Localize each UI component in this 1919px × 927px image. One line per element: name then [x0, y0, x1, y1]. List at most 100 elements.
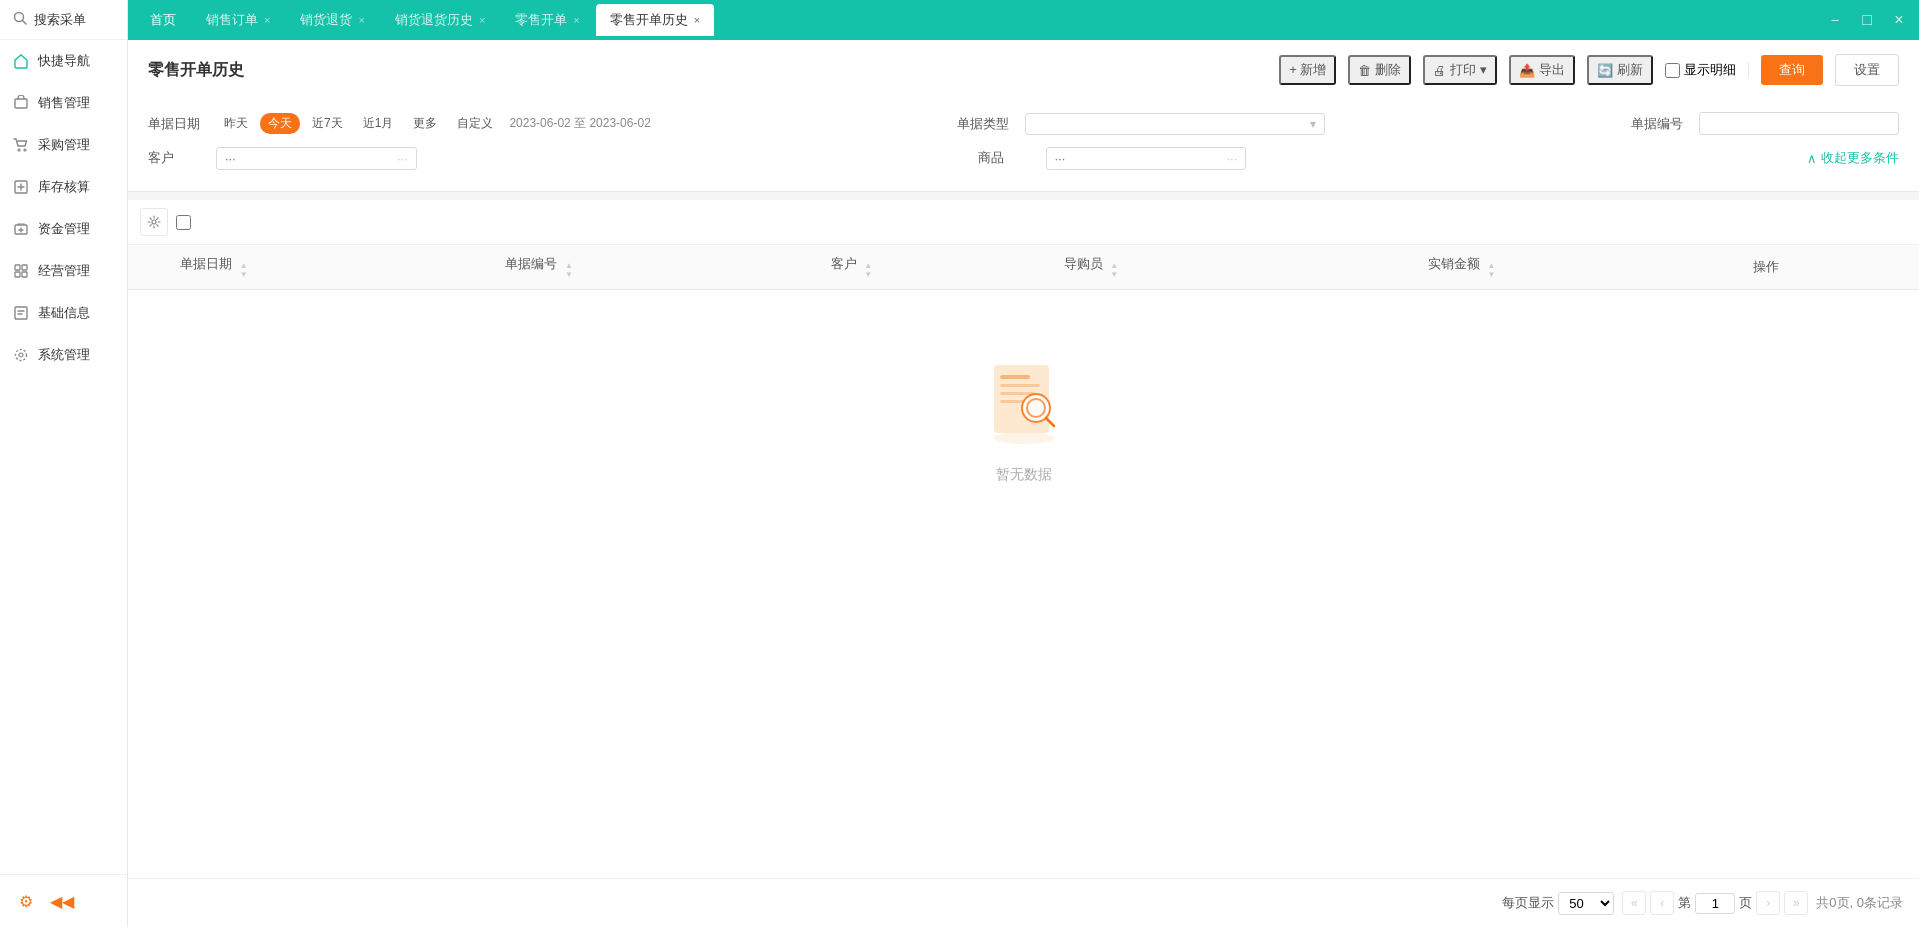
- svg-rect-18: [1000, 384, 1040, 387]
- query-btn[interactable]: 查询: [1761, 55, 1823, 85]
- sidebar-footer: ⚙ ◀◀: [0, 874, 127, 927]
- sort-date-icons: ▲ ▼: [240, 262, 248, 279]
- filter-area: 单据日期 昨天 今天 近7天 近1月 更多 自定义 2023-06-02 至 2…: [148, 100, 1899, 191]
- th-date[interactable]: 单据日期 ▲ ▼: [168, 245, 493, 290]
- th-amount[interactable]: 实销金额 ▲ ▼: [1416, 245, 1741, 290]
- operations-icon: [12, 262, 30, 280]
- sort-guide-icons: ▲ ▼: [1110, 262, 1118, 279]
- date-1month-btn[interactable]: 近1月: [355, 113, 402, 134]
- tab-sales-return-history-label: 销货退货历史: [395, 11, 473, 29]
- minimize-btn[interactable]: －: [1823, 8, 1847, 32]
- settings-footer-btn[interactable]: ⚙: [12, 887, 40, 915]
- sidebar-item-operations[interactable]: 经营管理: [0, 250, 127, 292]
- display-detail-checkbox[interactable]: [1665, 63, 1680, 78]
- sales-icon: [12, 94, 30, 112]
- collapse-filter-btn[interactable]: ∧ 收起更多条件: [1807, 145, 1899, 171]
- sidebar: 搜索采单 快捷导航 销售管理: [0, 0, 128, 927]
- search-icon: [12, 10, 28, 29]
- add-btn[interactable]: + 新增: [1279, 55, 1336, 85]
- tab-sales-order[interactable]: 销售订单 ×: [192, 4, 284, 36]
- display-detail-toggle[interactable]: 显示明细: [1665, 61, 1736, 79]
- sidebar-nav: 快捷导航 销售管理 采购管理: [0, 40, 127, 874]
- toolbar: + 新增 🗑 删除 🖨 打印 ▾ 📤 导出 🔄: [1279, 54, 1899, 86]
- th-guide[interactable]: 导购员 ▲ ▼: [1052, 245, 1331, 290]
- display-detail-label: 显示明细: [1684, 61, 1736, 79]
- date-more-btn[interactable]: 更多: [405, 113, 445, 134]
- page-header: 零售开单历史 + 新增 🗑 删除 🖨 打印 ▾ 📤 导出: [128, 40, 1919, 192]
- customer-input[interactable]: [225, 151, 393, 166]
- goods-input-wrap: ···: [1046, 147, 1247, 170]
- tab-sales-order-label: 销售订单: [206, 11, 258, 29]
- delete-label: 删除: [1375, 61, 1401, 79]
- sidebar-search[interactable]: 搜索采单: [0, 0, 127, 40]
- collapse-sidebar-btn[interactable]: ◀◀: [48, 887, 76, 915]
- column-settings-btn[interactable]: [140, 208, 168, 236]
- table-toolbar: [128, 200, 1919, 245]
- th-order-no[interactable]: 单据编号 ▲ ▼: [493, 245, 818, 290]
- order-no-label: 单据编号: [1631, 115, 1691, 133]
- refresh-btn[interactable]: 🔄 刷新: [1587, 55, 1653, 85]
- table-header-row: 单据日期 ▲ ▼ 单据编号 ▲ ▼: [128, 245, 1919, 290]
- date-yesterday-btn[interactable]: 昨天: [216, 113, 256, 134]
- tab-close-sales-return-history[interactable]: ×: [479, 14, 485, 26]
- tab-retail-history[interactable]: 零售开单历史 ×: [596, 4, 714, 36]
- th-action-label: 操作: [1753, 259, 1779, 274]
- system-icon: [12, 346, 30, 364]
- goods-dots-icon: ···: [1227, 151, 1238, 166]
- settings-btn[interactable]: 设置: [1835, 54, 1899, 86]
- page-nav: « ‹ 第 页 › »: [1622, 891, 1808, 915]
- tabs-bar: 首页 销售订单 × 销货退货 × 销货退货历史 × 零售开单 × 零售开单历史 …: [128, 0, 1919, 40]
- export-btn[interactable]: 📤 导出: [1509, 55, 1575, 85]
- tab-home[interactable]: 首页: [136, 4, 190, 36]
- order-no-input[interactable]: [1708, 116, 1890, 131]
- tab-close-retail-history[interactable]: ×: [694, 14, 700, 26]
- tab-close-retail-open[interactable]: ×: [573, 14, 579, 26]
- sidebar-item-finance[interactable]: 资金管理: [0, 208, 127, 250]
- delete-btn[interactable]: 🗑 删除: [1348, 55, 1411, 85]
- tab-home-label: 首页: [150, 11, 176, 29]
- refresh-icon: 🔄: [1597, 63, 1613, 78]
- sidebar-item-inventory[interactable]: 库存核算: [0, 166, 127, 208]
- first-page-btn[interactable]: «: [1622, 891, 1646, 915]
- sort-customer-icons: ▲ ▼: [864, 262, 872, 279]
- tab-close-sales-order[interactable]: ×: [264, 14, 270, 26]
- tab-close-sales-return[interactable]: ×: [358, 14, 364, 26]
- page-label: 第: [1678, 894, 1691, 912]
- close-btn[interactable]: ×: [1887, 8, 1911, 32]
- print-btn[interactable]: 🖨 打印 ▾: [1423, 55, 1497, 85]
- home-icon: [12, 52, 30, 70]
- sidebar-item-label: 采购管理: [38, 136, 90, 154]
- tab-sales-return[interactable]: 销货退货 ×: [286, 4, 378, 36]
- svg-point-14: [152, 220, 156, 224]
- date-custom-btn[interactable]: 自定义: [449, 113, 501, 134]
- goods-input[interactable]: [1055, 151, 1223, 166]
- type-select[interactable]: ▾: [1025, 113, 1325, 135]
- date-today-btn[interactable]: 今天: [260, 113, 300, 134]
- prev-page-btn[interactable]: ‹: [1650, 891, 1674, 915]
- th-customer[interactable]: 客户 ▲ ▼: [819, 245, 1052, 290]
- next-page-btn[interactable]: ›: [1756, 891, 1780, 915]
- tab-sales-return-history[interactable]: 销货退货历史 ×: [381, 4, 499, 36]
- sidebar-item-basic-info[interactable]: 基础信息: [0, 292, 127, 334]
- svg-rect-10: [22, 272, 27, 277]
- svg-rect-9: [15, 272, 20, 277]
- per-page-select[interactable]: 50 10 20 100: [1558, 892, 1614, 915]
- sidebar-item-label: 快捷导航: [38, 52, 90, 70]
- tab-retail-open-label: 零售开单: [515, 11, 567, 29]
- sidebar-item-sales-mgmt[interactable]: 销售管理: [0, 82, 127, 124]
- sidebar-item-system[interactable]: 系统管理: [0, 334, 127, 376]
- empty-text: 暂无数据: [996, 466, 1052, 484]
- date-7days-btn[interactable]: 近7天: [304, 113, 351, 134]
- select-all-checkbox[interactable]: [176, 215, 191, 230]
- page-title-row: 零售开单历史 + 新增 🗑 删除 🖨 打印 ▾ 📤 导出: [148, 54, 1899, 86]
- sidebar-item-purchase-mgmt[interactable]: 采购管理: [0, 124, 127, 166]
- page-content: 零售开单历史 + 新增 🗑 删除 🖨 打印 ▾ 📤 导出: [128, 40, 1919, 927]
- svg-rect-7: [15, 265, 20, 270]
- sidebar-item-quick-nav[interactable]: 快捷导航: [0, 40, 127, 82]
- last-page-btn[interactable]: »: [1784, 891, 1808, 915]
- page-input[interactable]: [1695, 893, 1735, 914]
- window-controls: － □ ×: [1823, 8, 1911, 32]
- tab-retail-open[interactable]: 零售开单 ×: [501, 4, 593, 36]
- filter-row-2: 客户 ··· 商品 ··· ∧ 收起更多条件: [148, 145, 1899, 171]
- maximize-btn[interactable]: □: [1855, 8, 1879, 32]
